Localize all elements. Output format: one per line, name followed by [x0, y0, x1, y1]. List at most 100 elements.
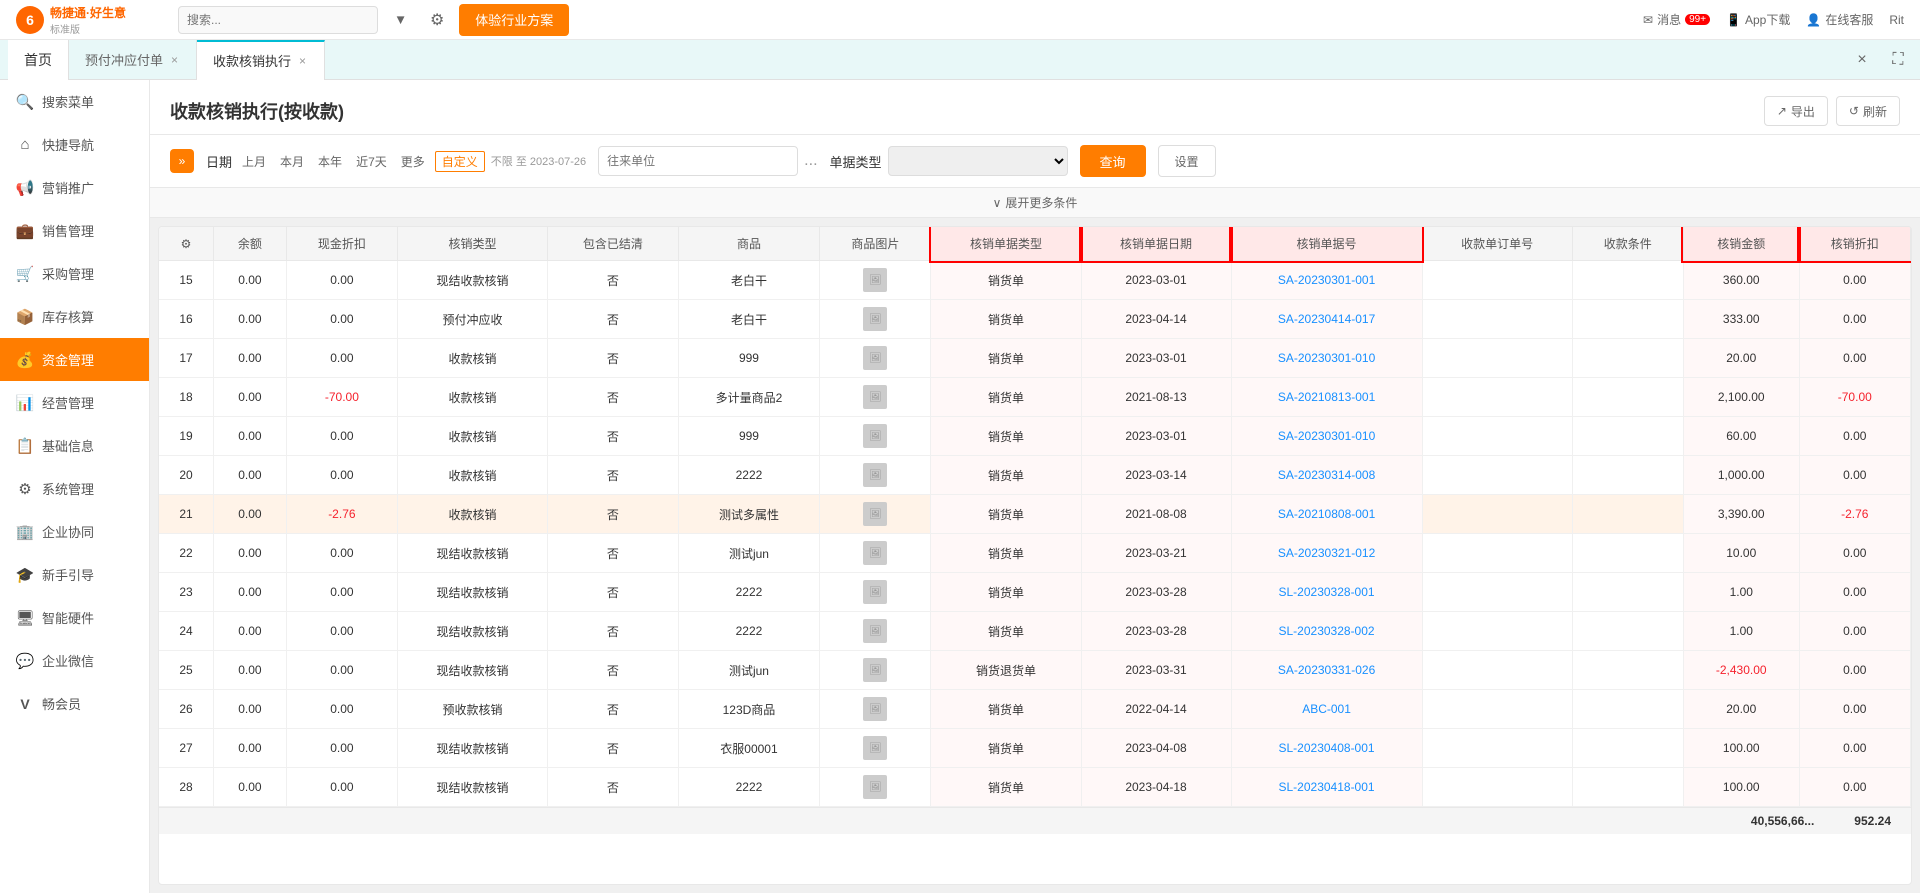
refresh-button[interactable]: ↺ 刷新 — [1836, 96, 1900, 126]
export-button[interactable]: ↗ 导出 — [1764, 96, 1828, 126]
filter-date-group: 日期 上月 本月 本年 近7天 更多 自定义 不限 至 2023-07-26 — [206, 151, 586, 172]
tab-receipt-verify-close[interactable]: × — [297, 52, 308, 70]
verify-bill-no-link[interactable]: SL-20230418-001 — [1279, 780, 1375, 794]
cell-verify-bill-type: 销货单 — [931, 534, 1081, 573]
close-window-btn[interactable]: × — [1848, 46, 1876, 74]
sidebar-item-inventory[interactable]: 📦 库存核算 — [0, 295, 149, 338]
cell-verify-bill-date: 2023-03-14 — [1081, 456, 1231, 495]
notification-item[interactable]: ✉ 消息 99+ — [1643, 11, 1710, 28]
tab-prepay[interactable]: 预付冲应付单 × — [69, 40, 197, 80]
filter-date-last-month[interactable]: 上月 — [238, 151, 270, 172]
settings-gear-icon[interactable]: ⚙ — [423, 6, 451, 34]
cell-cash-discount: 0.00 — [286, 339, 397, 378]
sidebar-item-operations[interactable]: 📊 经营管理 — [0, 381, 149, 424]
cell-cash-discount: 0.00 — [286, 534, 397, 573]
cell-goods-image: 🖼 — [820, 495, 931, 534]
cell-verify-bill-type: 销货单 — [931, 417, 1081, 456]
col-header-verify-bill-no: 核销单据号 — [1231, 227, 1422, 261]
verify-bill-no-link[interactable]: SA-20230331-026 — [1278, 663, 1375, 677]
bill-type-select[interactable] — [888, 146, 1068, 176]
verify-bill-no-link[interactable]: SA-20230301-010 — [1278, 351, 1375, 365]
cell-verify-bill-date: 2023-04-08 — [1081, 729, 1231, 768]
cell-verify-amount: 333.00 — [1683, 300, 1799, 339]
cell-verify-type: 收款核销 — [398, 495, 548, 534]
sidebar-item-purchase[interactable]: 🛒 采购管理 — [0, 252, 149, 295]
app-download-item[interactable]: 📱 App下载 — [1726, 11, 1790, 28]
cell-balance: 0.00 — [214, 378, 287, 417]
verify-bill-no-link[interactable]: SA-20230301-010 — [1278, 429, 1375, 443]
top-right-actions: ✉ 消息 99+ 📱 App下载 👤 在线客服 Rit — [1643, 11, 1904, 28]
cell-receipt-order-no — [1422, 690, 1572, 729]
sidebar-item-sales[interactable]: 💼 销售管理 — [0, 209, 149, 252]
online-service-item[interactable]: 👤 在线客服 — [1806, 11, 1873, 28]
filter-date-custom[interactable]: 自定义 — [435, 151, 485, 172]
cell-goods-image: 🖼 — [820, 300, 931, 339]
cell-verify-bill-no: SA-20230414-017 — [1231, 300, 1422, 339]
cell-verify-bill-date: 2023-03-01 — [1081, 261, 1231, 300]
sidebar-item-marketing[interactable]: 📢 营销推广 — [0, 166, 149, 209]
sidebar-item-system[interactable]: ⚙ 系统管理 — [0, 467, 149, 510]
verify-bill-no-link[interactable]: SL-20230328-002 — [1279, 624, 1375, 638]
inventory-icon: 📦 — [16, 308, 34, 326]
filter-settings-button[interactable]: 设置 — [1158, 145, 1216, 177]
verify-bill-no-link[interactable]: SA-20210813-001 — [1278, 390, 1375, 404]
sidebar-item-enterprise[interactable]: 🏢 企业协同 — [0, 510, 149, 553]
tab-receipt-verify[interactable]: 收款核销执行 × — [197, 40, 325, 80]
sidebar-item-beginner[interactable]: 🎓 新手引导 — [0, 553, 149, 596]
cell-verify-bill-type: 销货单 — [931, 339, 1081, 378]
tab-home[interactable]: 首页 — [8, 40, 69, 80]
sidebar-item-search-menu[interactable]: 🔍 搜索菜单 — [0, 80, 149, 123]
filter-date-this-month[interactable]: 本月 — [276, 151, 308, 172]
verify-bill-no-link[interactable]: SA-20230301-001 — [1278, 273, 1375, 287]
verify-bill-no-link[interactable]: SL-20230328-001 — [1279, 585, 1375, 599]
cell-balance: 0.00 — [214, 729, 287, 768]
verify-bill-no-link[interactable]: SA-20230314-008 — [1278, 468, 1375, 482]
maximize-window-btn[interactable]: ⛶ — [1884, 46, 1912, 74]
sidebar-item-quick-nav[interactable]: ⌂ 快捷导航 — [0, 123, 149, 166]
search-input[interactable] — [178, 6, 378, 34]
verify-bill-no-link[interactable]: SA-20230414-017 — [1278, 312, 1375, 326]
filter-date-more[interactable]: 更多 — [397, 151, 429, 172]
filter-bill-type-label: 单据类型 — [830, 152, 882, 171]
verify-bill-no-link[interactable]: SA-20230321-012 — [1278, 546, 1375, 560]
cell-verify-bill-no: SA-20210813-001 — [1231, 378, 1422, 417]
verify-bill-no-link[interactable]: ABC-001 — [1302, 702, 1351, 716]
filter-date-7days[interactable]: 近7天 — [352, 151, 391, 172]
search-dropdown-btn[interactable]: ▼ — [386, 6, 415, 34]
filter-expand-button[interactable]: » — [170, 149, 194, 173]
cell-verify-amount: 1.00 — [1683, 612, 1799, 651]
table-footer: 40,556,66... 952.24 — [159, 807, 1911, 834]
tab-prepay-close[interactable]: × — [169, 51, 180, 69]
verify-bill-no-link[interactable]: SA-20210808-001 — [1278, 507, 1375, 521]
sidebar-item-vip[interactable]: V 畅会员 — [0, 682, 149, 725]
cell-include-settled: 否 — [548, 495, 679, 534]
sidebar-item-wechat[interactable]: 💬 企业微信 — [0, 639, 149, 682]
col-header-goods: 商品 — [678, 227, 819, 261]
table-row: 25 0.00 0.00 现结收款核销 否 测试jun 🖼 销货退货单 2023… — [159, 651, 1911, 690]
filter-date-this-year[interactable]: 本年 — [314, 151, 346, 172]
cell-cash-discount: 0.00 — [286, 573, 397, 612]
sidebar-item-smart-hardware[interactable]: 🖥 智能硬件 — [0, 596, 149, 639]
sales-icon: 💼 — [16, 222, 34, 240]
cell-include-settled: 否 — [548, 417, 679, 456]
cell-goods: 测试多属性 — [678, 495, 819, 534]
query-button[interactable]: 查询 — [1080, 145, 1146, 177]
expand-more-button[interactable]: ∨ 展开更多条件 — [993, 194, 1078, 211]
industry-solution-button[interactable]: 体验行业方案 — [459, 4, 569, 36]
counterparty-input[interactable] — [598, 146, 798, 176]
cell-balance: 0.00 — [214, 573, 287, 612]
cell-goods-image: 🖼 — [820, 651, 931, 690]
cell-verify-type: 预付冲应收 — [398, 300, 548, 339]
cell-goods: 999 — [678, 339, 819, 378]
system-icon: ⚙ — [16, 480, 34, 498]
sidebar-item-finance[interactable]: 💰 资金管理 — [0, 338, 149, 381]
verify-bill-no-link[interactable]: SL-20230408-001 — [1279, 741, 1375, 755]
col-header-verify-amount: 核销金额 — [1683, 227, 1799, 261]
cell-verify-type: 收款核销 — [398, 417, 548, 456]
counterparty-dots[interactable]: ... — [804, 152, 817, 170]
col-header-settings[interactable]: ⚙ — [159, 227, 214, 261]
cell-receipt-condition — [1572, 651, 1683, 690]
cell-verify-type: 收款核销 — [398, 339, 548, 378]
sidebar-item-base-info[interactable]: 📋 基础信息 — [0, 424, 149, 467]
cell-verify-discount: 0.00 — [1799, 339, 1910, 378]
